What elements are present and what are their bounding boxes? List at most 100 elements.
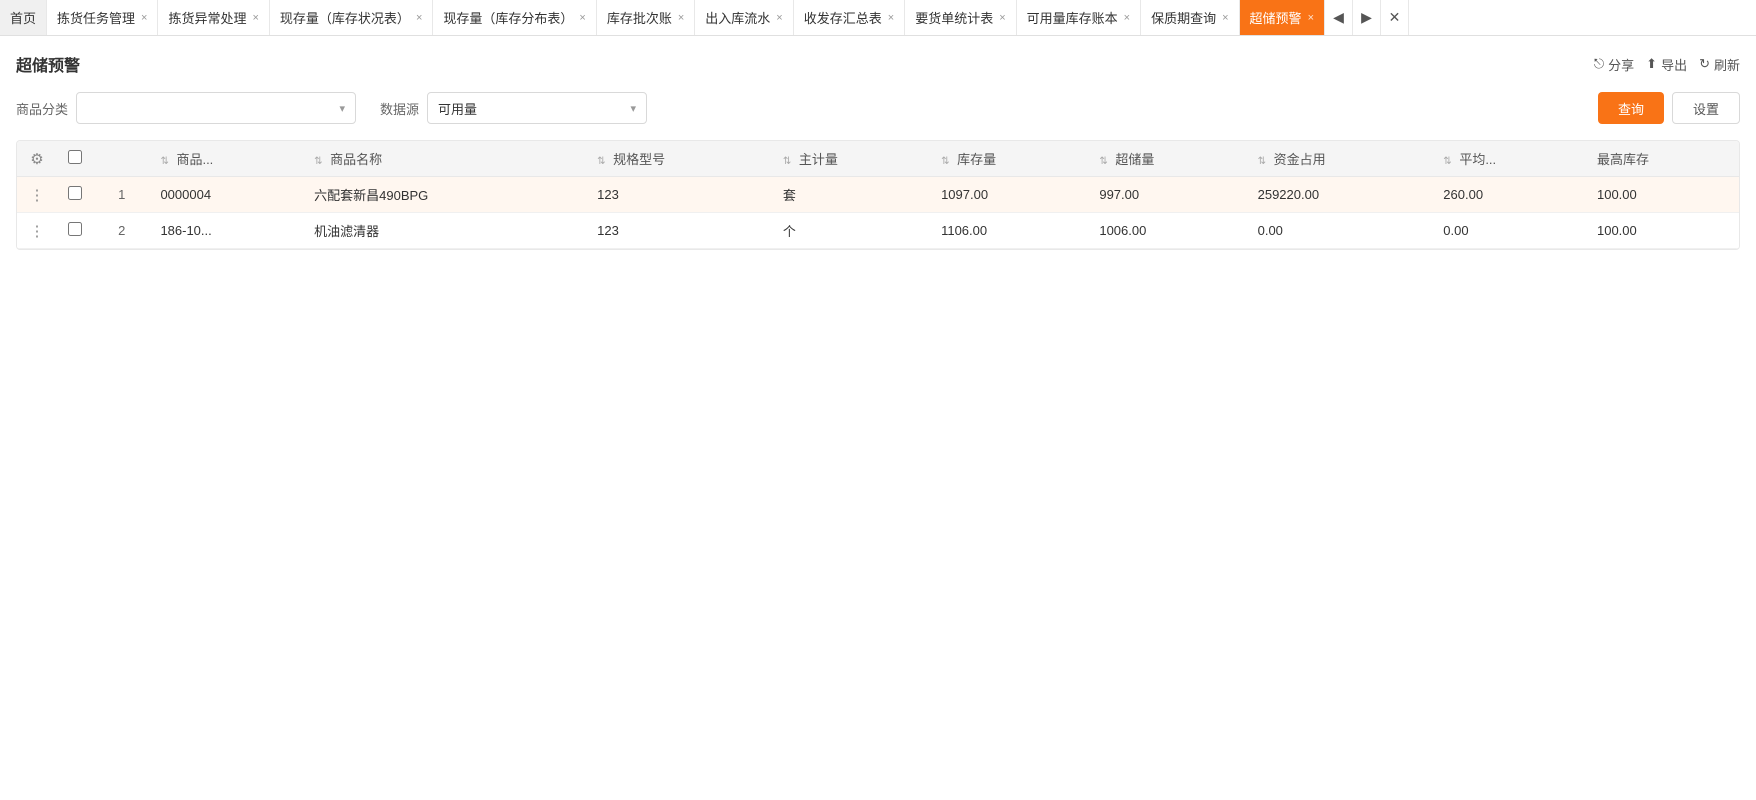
row-product-name-1: 机油滤清器 xyxy=(304,213,587,249)
category-filter: 商品分类 ▾ xyxy=(16,92,356,124)
refresh-button[interactable]: ↻ 刷新 xyxy=(1699,55,1740,74)
close-tab-inventory-batch[interactable]: × xyxy=(678,12,684,24)
tab-nav-prev[interactable]: ◀ xyxy=(1325,0,1353,35)
close-tab-inventory-dist[interactable]: × xyxy=(579,12,585,24)
tab-overstock-warning[interactable]: 超储预警 × xyxy=(1240,0,1325,35)
row-checkbox-1[interactable] xyxy=(57,213,93,249)
row-overstock-1: 1006.00 xyxy=(1089,213,1247,249)
row-capital-1: 0.00 xyxy=(1248,213,1434,249)
datasource-value: 可用量 xyxy=(438,99,477,118)
sort-icon-overstock: ⇅ xyxy=(1099,156,1107,167)
tab-quality-check[interactable]: 保质期查询 × xyxy=(1141,0,1239,35)
table-body: ⋮ 1 0000004 六配套新昌490BPG 123 套 1097.00 99… xyxy=(17,177,1739,249)
sort-icon-unit: ⇅ xyxy=(783,156,791,167)
tab-nav-next[interactable]: ▶ xyxy=(1353,0,1381,35)
tab-inventory-batch[interactable]: 库存批次账 × xyxy=(597,0,695,35)
page-title: 超储预警 xyxy=(16,52,80,76)
close-tab-preheat-exception[interactable]: × xyxy=(252,12,258,24)
col-spec-header[interactable]: ⇅ 规格型号 xyxy=(587,141,773,177)
close-tab-inventory-status[interactable]: × xyxy=(416,12,422,24)
header-actions: ⎋ 分享 ⬆ 导出 ↻ 刷新 xyxy=(1594,55,1740,74)
tab-preheat-exception[interactable]: 拣货异常处理 × xyxy=(158,0,269,35)
row-gear-0[interactable]: ⋮ xyxy=(17,177,57,213)
sort-icon-stock: ⇅ xyxy=(941,156,949,167)
table-container: ⚙ ⇅ 商品... ⇅ 商品名称 ⇅ xyxy=(16,140,1740,250)
close-tab-avail-account[interactable]: × xyxy=(1124,12,1130,24)
tab-inout-flow[interactable]: 出入库流水 × xyxy=(695,0,793,35)
col-avg-header[interactable]: ⇅ 平均... xyxy=(1433,141,1587,177)
col-maxstock-header[interactable]: 最高库存 xyxy=(1587,141,1739,177)
row-stock-0: 1097.00 xyxy=(931,177,1089,213)
row-product-name-0: 六配套新昌490BPG xyxy=(304,177,587,213)
close-tab-quality-check[interactable]: × xyxy=(1222,12,1228,24)
row-unit-1: 个 xyxy=(773,213,931,249)
col-capital-header[interactable]: ⇅ 资金占用 xyxy=(1248,141,1434,177)
refresh-icon: ↻ xyxy=(1699,56,1710,72)
col-stock-header[interactable]: ⇅ 库存量 xyxy=(931,141,1089,177)
tab-preheat-task[interactable]: 拣货任务管理 × xyxy=(47,0,158,35)
row-num-0: 1 xyxy=(93,177,150,213)
tab-nav-close[interactable]: ✕ xyxy=(1381,0,1409,35)
datasource-arrow-icon: ▾ xyxy=(631,102,637,115)
tab-inventory-status[interactable]: 现存量（库存状况表） × xyxy=(270,0,433,35)
gear-icon[interactable]: ⚙ xyxy=(30,151,43,168)
share-button[interactable]: ⎋ 分享 xyxy=(1594,55,1634,74)
row-maxstock-1: 100.00 xyxy=(1587,213,1739,249)
row-product-code-1: 186-10... xyxy=(150,213,304,249)
table-row[interactable]: ⋮ 2 186-10... 机油滤清器 123 个 1106.00 1006.0… xyxy=(17,213,1739,249)
row-checkbox-0[interactable] xyxy=(57,177,93,213)
row-select-checkbox-1[interactable] xyxy=(68,222,82,236)
row-gear-1[interactable]: ⋮ xyxy=(17,213,57,249)
row-spec-1: 123 xyxy=(587,213,773,249)
sort-icon-code: ⇅ xyxy=(160,156,168,167)
close-tab-preheat-task[interactable]: × xyxy=(141,12,147,24)
select-all-checkbox[interactable] xyxy=(68,150,82,164)
col-overstock-header[interactable]: ⇅ 超储量 xyxy=(1089,141,1247,177)
row-gear-icon-0[interactable]: ⋮ xyxy=(30,187,45,204)
row-maxstock-0: 100.00 xyxy=(1587,177,1739,213)
sort-icon-name: ⇅ xyxy=(314,156,322,167)
settings-button[interactable]: 设置 xyxy=(1672,92,1740,124)
row-gear-icon-1[interactable]: ⋮ xyxy=(30,223,45,240)
filter-row: 商品分类 ▾ 数据源 可用量 ▾ 查询 设置 xyxy=(16,92,1740,124)
category-arrow-icon: ▾ xyxy=(339,102,345,115)
row-select-checkbox-0[interactable] xyxy=(68,186,82,200)
tab-receive-send[interactable]: 收发存汇总表 × xyxy=(794,0,905,35)
tab-inventory-dist[interactable]: 现存量（库存分布表） × xyxy=(433,0,596,35)
col-product-code-header[interactable]: ⇅ 商品... xyxy=(150,141,304,177)
close-tab-order-stats[interactable]: × xyxy=(999,12,1005,24)
sort-icon-spec: ⇅ xyxy=(597,156,605,167)
page-header: 超储预警 ⎋ 分享 ⬆ 导出 ↻ 刷新 xyxy=(16,52,1740,76)
category-label: 商品分类 xyxy=(16,99,68,118)
row-overstock-0: 997.00 xyxy=(1089,177,1247,213)
filter-actions: 查询 设置 xyxy=(1598,92,1740,124)
export-button[interactable]: ⬆ 导出 xyxy=(1646,55,1687,74)
datasource-select[interactable]: 可用量 ▾ xyxy=(427,92,647,124)
col-product-name-header[interactable]: ⇅ 商品名称 xyxy=(304,141,587,177)
category-select[interactable]: ▾ xyxy=(76,92,356,124)
tab-order-stats[interactable]: 要货单统计表 × xyxy=(905,0,1016,35)
table-header-row: ⚙ ⇅ 商品... ⇅ 商品名称 ⇅ xyxy=(17,141,1739,177)
row-avg-1: 0.00 xyxy=(1433,213,1587,249)
row-capital-0: 259220.00 xyxy=(1248,177,1434,213)
col-checkbox-header xyxy=(57,141,93,177)
close-tab-overstock-warning[interactable]: × xyxy=(1308,12,1314,24)
tab-avail-account[interactable]: 可用量库存账本 × xyxy=(1017,0,1141,35)
datasource-filter: 数据源 可用量 ▾ xyxy=(380,92,647,124)
table-row[interactable]: ⋮ 1 0000004 六配套新昌490BPG 123 套 1097.00 99… xyxy=(17,177,1739,213)
sort-icon-capital: ⇅ xyxy=(1258,156,1266,167)
export-icon: ⬆ xyxy=(1646,56,1657,72)
page-container: 超储预警 ⎋ 分享 ⬆ 导出 ↻ 刷新 商品分类 ▾ 数据源 xyxy=(0,36,1756,800)
row-unit-0: 套 xyxy=(773,177,931,213)
row-avg-0: 260.00 xyxy=(1433,177,1587,213)
sort-icon-avg: ⇅ xyxy=(1443,156,1451,167)
tab-home[interactable]: 首页 xyxy=(0,0,47,35)
data-table: ⚙ ⇅ 商品... ⇅ 商品名称 ⇅ xyxy=(17,141,1739,249)
row-product-code-0: 0000004 xyxy=(150,177,304,213)
topbar: 首页 拣货任务管理 × 拣货异常处理 × 现存量（库存状况表） × 现存量（库存… xyxy=(0,0,1756,36)
query-button[interactable]: 查询 xyxy=(1598,92,1664,124)
close-tab-receive-send[interactable]: × xyxy=(888,12,894,24)
close-tab-inout-flow[interactable]: × xyxy=(776,12,782,24)
col-rownum-header xyxy=(93,141,150,177)
col-unit-header[interactable]: ⇅ 主计量 xyxy=(773,141,931,177)
